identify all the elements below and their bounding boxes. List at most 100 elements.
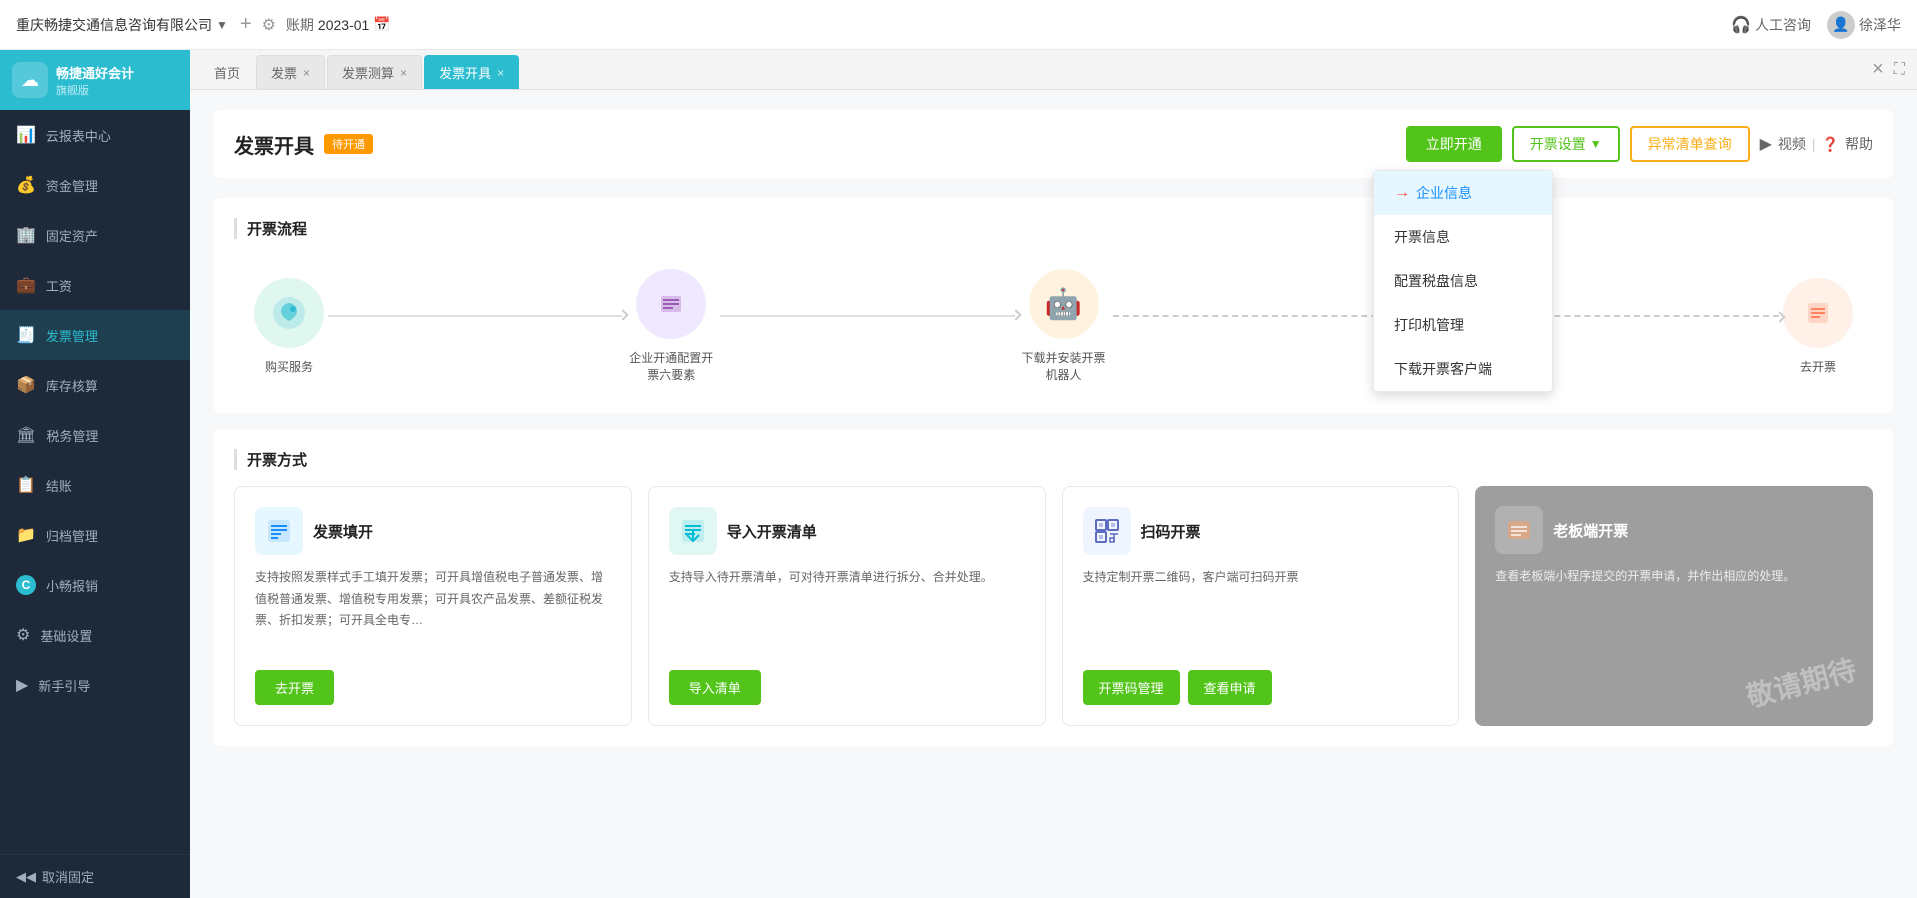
fill-invoice-go-btn[interactable]: 去开票	[255, 670, 334, 705]
scan-invoice-desc: 支持定制开票二维码，客户端可扫码开票	[1083, 567, 1439, 654]
qrcode-manage-btn[interactable]: 开票码管理	[1083, 670, 1180, 705]
fund-mgmt-icon: 💰	[16, 175, 36, 195]
sidebar-item-label: 税务管理	[46, 426, 98, 445]
sidebar-item-cloud-report[interactable]: 📊 云报表中心	[0, 110, 190, 160]
activate-button[interactable]: 立即开通	[1406, 126, 1502, 162]
tab-invoice-label: 发票	[271, 63, 297, 82]
sidebar-item-invoice-mgmt[interactable]: 🧾 发票管理	[0, 310, 190, 360]
tab-home-label: 首页	[214, 63, 240, 82]
scan-invoice-title: 扫码开票	[1141, 521, 1201, 542]
dropdown-item-label: 配置税盘信息	[1394, 273, 1478, 289]
sidebar-item-inventory[interactable]: 📦 库存核算	[0, 360, 190, 410]
consult-button[interactable]: 🎧 人工咨询	[1731, 15, 1811, 35]
settings-icon[interactable]: ⚙	[262, 15, 276, 35]
tab-invoice-issue-close[interactable]: ×	[497, 66, 504, 80]
invoice-mgmt-icon: 🧾	[16, 325, 36, 345]
xiaochang-icon: C	[16, 575, 36, 595]
settings-button-label: 开票设置	[1530, 134, 1586, 154]
guide-icon: ▶	[16, 675, 28, 695]
dropdown-item-label: 开票信息	[1394, 229, 1450, 245]
fixed-assets-icon: 🏢	[16, 225, 36, 245]
sidebar-item-settings[interactable]: ⚙ 基础设置	[0, 610, 190, 660]
flow-step-3: 🤖 下载并安装开票机器人	[1019, 269, 1109, 383]
sidebar-item-label: 小畅报销	[46, 576, 98, 595]
fill-invoice-icon	[255, 507, 303, 555]
tab-home[interactable]: 首页	[198, 55, 256, 89]
methods-section-title: 开票方式	[234, 449, 1873, 470]
company-name: 重庆畅捷交通信息咨询有限公司	[16, 15, 212, 35]
import-list-icon	[669, 507, 717, 555]
settings-dropdown-arrow: ▼	[1590, 137, 1602, 151]
dropdown-item-label: 企业信息	[1416, 183, 1472, 203]
dropdown-item-invoice-info[interactable]: 开票信息	[1374, 215, 1552, 259]
dropdown-item-printer[interactable]: 打印机管理	[1374, 303, 1552, 347]
status-badge: 待开通	[324, 134, 373, 154]
settings-sidebar-icon: ⚙	[16, 625, 30, 645]
boss-invoice-title: 老板端开票	[1553, 520, 1628, 541]
sidebar-item-label: 归档管理	[46, 526, 98, 545]
logo-text: 畅捷通好会计	[56, 63, 134, 82]
tab-bar-expand-btn[interactable]: ⛶	[1894, 61, 1905, 79]
import-list-title: 导入开票清单	[727, 521, 817, 542]
flow-step-1: 购买服务	[254, 278, 324, 375]
sidebar-item-accounting[interactable]: 📋 结账	[0, 460, 190, 510]
sidebar-item-fund-mgmt[interactable]: 💰 资金管理	[0, 160, 190, 210]
payroll-icon: 💼	[16, 275, 36, 295]
logo-icon: ☁	[12, 62, 48, 98]
logo-area: ☁ 畅捷通好会计 旗舰版	[0, 50, 190, 110]
sidebar-item-label: 工资	[46, 276, 72, 295]
import-list-desc: 支持导入待开票清单，可对待开票清单进行拆分、合并处理。	[669, 567, 1025, 654]
tab-invoice-close[interactable]: ×	[303, 66, 310, 80]
dropdown-item-tax-config[interactable]: 配置税盘信息	[1374, 259, 1552, 303]
sidebar-item-payroll[interactable]: 💼 工资	[0, 260, 190, 310]
video-label: 视频	[1778, 134, 1806, 154]
sidebar-item-label: 新手引导	[38, 676, 90, 695]
flow-step-5: 去开票	[1783, 278, 1853, 375]
add-icon[interactable]: +	[240, 13, 252, 36]
tab-invoice-calc[interactable]: 发票测算 ×	[327, 55, 422, 89]
scan-invoice-icon	[1083, 507, 1131, 555]
tab-invoice-issue[interactable]: 发票开具 ×	[424, 55, 519, 89]
headset-icon: 🎧	[1731, 15, 1751, 35]
sidebar-item-label: 云报表中心	[46, 126, 111, 145]
sidebar-bottom-action[interactable]: ◀◀ 取消固定	[0, 854, 190, 898]
sidebar-item-label: 资金管理	[46, 176, 98, 195]
tab-invoice-calc-label: 发票测算	[342, 63, 394, 82]
anomaly-button[interactable]: 异常清单查询	[1630, 126, 1750, 162]
sidebar: ☁ 畅捷通好会计 旗舰版 📊 云报表中心 💰 资金管理 🏢 固定资产 💼 工资	[0, 50, 190, 898]
flow-section: 开票流程 购买服务	[214, 198, 1893, 413]
company-dropdown-icon[interactable]: ▼	[216, 18, 228, 32]
tab-bar: 首页 发票 × 发票测算 × 发票开具 × × ⛶	[190, 50, 1917, 90]
view-application-btn[interactable]: 查看申请	[1188, 670, 1272, 705]
dropdown-item-company-info[interactable]: → 企业信息	[1374, 171, 1552, 215]
period-value: 2023-01	[318, 17, 369, 33]
help-icon[interactable]: ❓	[1822, 136, 1839, 153]
sidebar-item-tax-mgmt[interactable]: 🏛 税务管理	[0, 410, 190, 460]
dropdown-item-label: 打印机管理	[1394, 317, 1464, 333]
tax-mgmt-icon: 🏛	[16, 425, 36, 445]
flow-step-5-label: 去开票	[1800, 358, 1836, 375]
method-card-boss: 老板端开票 查看老板端小程序提交的开票申请，并作出相应的处理。 敬请期待	[1475, 486, 1873, 726]
sidebar-item-label: 库存核算	[46, 376, 98, 395]
flow-step-2: 企业开通配置开票六要素	[626, 269, 716, 383]
method-card-scan: 扫码开票 支持定制开票二维码，客户端可扫码开票 开票码管理 查看申请	[1062, 486, 1460, 726]
fill-invoice-desc: 支持按照发票样式手工填开发票；可开具增值税电子普通发票、增值税普通发票、增值税专…	[255, 567, 611, 654]
calendar-icon[interactable]: 📅	[373, 16, 390, 33]
flow-step-1-label: 购买服务	[265, 358, 313, 375]
sidebar-item-xiaochang[interactable]: C 小畅报销	[0, 560, 190, 610]
tab-invoice[interactable]: 发票 ×	[256, 55, 325, 89]
import-list-btn[interactable]: 导入清单	[669, 670, 761, 705]
dropdown-item-download[interactable]: 下载开票客户端	[1374, 347, 1552, 391]
sidebar-item-label: 结账	[46, 476, 72, 495]
user-button[interactable]: 👤 徐泽华	[1827, 11, 1901, 39]
sidebar-item-fixed-assets[interactable]: 🏢 固定资产	[0, 210, 190, 260]
video-icon[interactable]: ▶	[1760, 134, 1772, 154]
sidebar-item-label: 发票管理	[46, 326, 98, 345]
settings-button[interactable]: 开票设置 ▼	[1512, 126, 1620, 162]
tab-bar-close-btn[interactable]: ×	[1872, 58, 1884, 81]
tab-invoice-calc-close[interactable]: ×	[400, 66, 407, 80]
dropdown-menu: → 企业信息 开票信息 配置税盘信息 打印机管理 下	[1373, 170, 1553, 392]
sidebar-item-guide[interactable]: ▶ 新手引导	[0, 660, 190, 710]
sidebar-item-archive[interactable]: 📁 归档管理	[0, 510, 190, 560]
method-card-fill: 发票填开 支持按照发票样式手工填开发票；可开具增值税电子普通发票、增值税普通发票…	[234, 486, 632, 726]
